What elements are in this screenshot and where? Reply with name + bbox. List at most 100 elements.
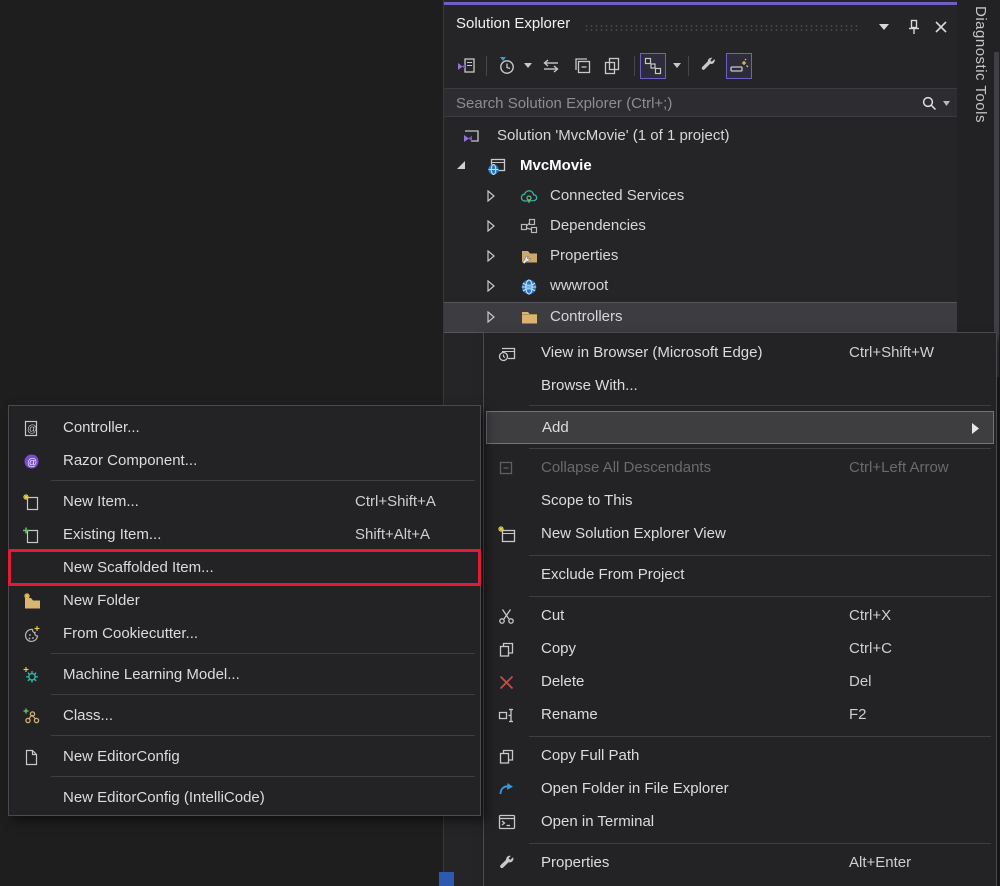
- menu-item-scope-to-this[interactable]: Scope to This: [486, 485, 994, 518]
- window-position-button[interactable]: [874, 17, 894, 37]
- annotation-highlight-box: [8, 549, 481, 586]
- new-item-icon: [23, 494, 40, 511]
- menu-item-razor-component[interactable]: @ Razor Component...: [11, 445, 478, 478]
- menu-item-label: Controller...: [63, 419, 140, 436]
- menu-item-shortcut: Ctrl+C: [849, 640, 892, 657]
- track-active-item-button[interactable]: [640, 53, 666, 79]
- menu-item-existing-item[interactable]: Existing Item... Shift+Alt+A: [11, 519, 478, 552]
- close-button[interactable]: [931, 17, 951, 37]
- toolbar-separator: [486, 56, 487, 76]
- menu-separator: [51, 694, 475, 695]
- pending-changes-filter-icon: [497, 56, 517, 76]
- menu-item-machine-learning-model[interactable]: Machine Learning Model...: [11, 659, 478, 692]
- collapsed-arrow-icon[interactable]: [487, 280, 495, 292]
- menu-item-label: New Solution Explorer View: [541, 525, 726, 542]
- tree-label: MvcMovie: [520, 157, 592, 174]
- collapsed-arrow-icon[interactable]: [487, 250, 495, 262]
- preview-selected-items-button[interactable]: [726, 53, 752, 79]
- menu-item-new-editorconfig-intellicode[interactable]: New EditorConfig (IntelliCode): [11, 782, 478, 815]
- menu-separator: [529, 736, 991, 737]
- wrench-icon: [498, 855, 515, 872]
- show-all-files-button[interactable]: [599, 53, 625, 79]
- menu-item-class[interactable]: Class...: [11, 700, 478, 733]
- menu-item-label: Copy: [541, 640, 577, 657]
- menu-item-new-solution-explorer-view[interactable]: New Solution Explorer View: [486, 518, 994, 551]
- menu-item-shortcut: Shift+Alt+A: [355, 526, 431, 543]
- menu-item-label: New Item...: [63, 493, 139, 510]
- menu-item-properties[interactable]: Properties Alt+Enter: [486, 847, 994, 880]
- search-box[interactable]: Search Solution Explorer (Ctrl+;): [444, 88, 957, 117]
- menu-item-exclude-from-project[interactable]: Exclude From Project: [486, 559, 994, 592]
- switch-views-icon: [457, 57, 477, 75]
- menu-item-open-in-terminal[interactable]: Open in Terminal: [486, 806, 994, 839]
- filter-dropdown[interactable]: [524, 63, 532, 68]
- scrollbar[interactable]: [994, 52, 999, 377]
- menu-item-label: Cut: [541, 607, 565, 624]
- svg-text:@: @: [27, 458, 37, 469]
- existing-item-icon: [23, 527, 40, 544]
- pin-button[interactable]: [904, 17, 924, 37]
- menu-item-cut[interactable]: Cut Ctrl+X: [486, 600, 994, 633]
- menu-item-label: Open in Terminal: [541, 813, 655, 830]
- pin-icon: [907, 19, 921, 35]
- preview-selected-items-icon: [729, 57, 749, 75]
- tree-row-wwwroot[interactable]: wwwroot: [444, 272, 957, 302]
- panel-titlebar[interactable]: Solution Explorer: [444, 5, 957, 45]
- svg-text:@: @: [27, 424, 37, 435]
- expanded-arrow-icon[interactable]: [456, 160, 466, 170]
- menu-item-label: Copy Full Path: [541, 747, 640, 764]
- menu-separator: [51, 776, 475, 777]
- menu-separator: [529, 405, 991, 406]
- search-options-dropdown[interactable]: [943, 101, 950, 106]
- open-folder-icon: [498, 781, 515, 798]
- sync-button[interactable]: [538, 53, 564, 79]
- new-folder-icon: [23, 593, 40, 610]
- tree-label: wwwroot: [550, 277, 609, 294]
- collapsed-arrow-icon[interactable]: [487, 220, 495, 232]
- switch-views-button[interactable]: [454, 53, 480, 79]
- menu-item-new-editorconfig[interactable]: New EditorConfig: [11, 741, 478, 774]
- diagnostic-tools-tab[interactable]: Diagnostic Tools: [963, 6, 989, 123]
- menu-item-from-cookiecutter[interactable]: From Cookiecutter...: [11, 618, 478, 651]
- menu-item-label: New Folder: [63, 592, 140, 609]
- search-icon: [922, 96, 937, 111]
- menu-separator: [529, 555, 991, 556]
- tree-row-controllers[interactable]: Controllers: [444, 302, 957, 333]
- tree-row-solution[interactable]: Solution 'MvcMovie' (1 of 1 project): [444, 122, 957, 152]
- menu-item-add[interactable]: Add: [486, 411, 994, 444]
- menu-item-new-item[interactable]: New Item... Ctrl+Shift+A: [11, 486, 478, 519]
- collapsed-arrow-icon[interactable]: [487, 190, 495, 202]
- cut-icon: [498, 608, 515, 625]
- menu-item-label: Razor Component...: [63, 452, 198, 469]
- tree-row-project[interactable]: MvcMovie: [444, 152, 957, 182]
- menu-item-open-folder-in-file-explorer[interactable]: Open Folder in File Explorer: [486, 773, 994, 806]
- menu-item-label: Scope to This: [541, 492, 633, 509]
- tree-row-properties[interactable]: Properties: [444, 242, 957, 272]
- tree-row-connected-services[interactable]: Connected Services: [444, 182, 957, 212]
- filter-button[interactable]: [494, 53, 520, 79]
- menu-item-shortcut: Ctrl+X: [849, 607, 892, 624]
- menu-item-view-in-browser[interactable]: View in Browser (Microsoft Edge) Ctrl+Sh…: [486, 337, 994, 370]
- razor-component-icon: @: [23, 453, 40, 470]
- tree-label: Dependencies: [550, 217, 646, 234]
- toolbar-separator: [634, 56, 635, 76]
- properties-button[interactable]: [696, 53, 722, 79]
- track-active-dropdown[interactable]: [673, 63, 681, 68]
- menu-item-delete[interactable]: Delete Del: [486, 666, 994, 699]
- menu-item-label: New EditorConfig: [63, 748, 180, 765]
- menu-item-shortcut: Ctrl+Left Arrow: [849, 459, 949, 476]
- menu-item-browse-with[interactable]: Browse With...: [486, 370, 994, 403]
- delete-icon: [498, 674, 515, 691]
- collapse-all-button[interactable]: [570, 53, 596, 79]
- menu-item-rename[interactable]: Rename F2: [486, 699, 994, 732]
- menu-item-label: Open Folder in File Explorer: [541, 780, 729, 797]
- menu-item-controller[interactable]: @ Controller...: [11, 412, 478, 445]
- menu-item-copy[interactable]: Copy Ctrl+C: [486, 633, 994, 666]
- menu-item-copy-full-path[interactable]: Copy Full Path: [486, 740, 994, 773]
- menu-item-label: View in Browser (Microsoft Edge): [541, 344, 763, 361]
- globe-icon: [520, 278, 538, 296]
- collapsed-arrow-icon[interactable]: [487, 311, 495, 323]
- tree-row-dependencies[interactable]: Dependencies: [444, 212, 957, 242]
- menu-item-new-folder[interactable]: New Folder: [11, 585, 478, 618]
- menu-separator: [51, 653, 475, 654]
